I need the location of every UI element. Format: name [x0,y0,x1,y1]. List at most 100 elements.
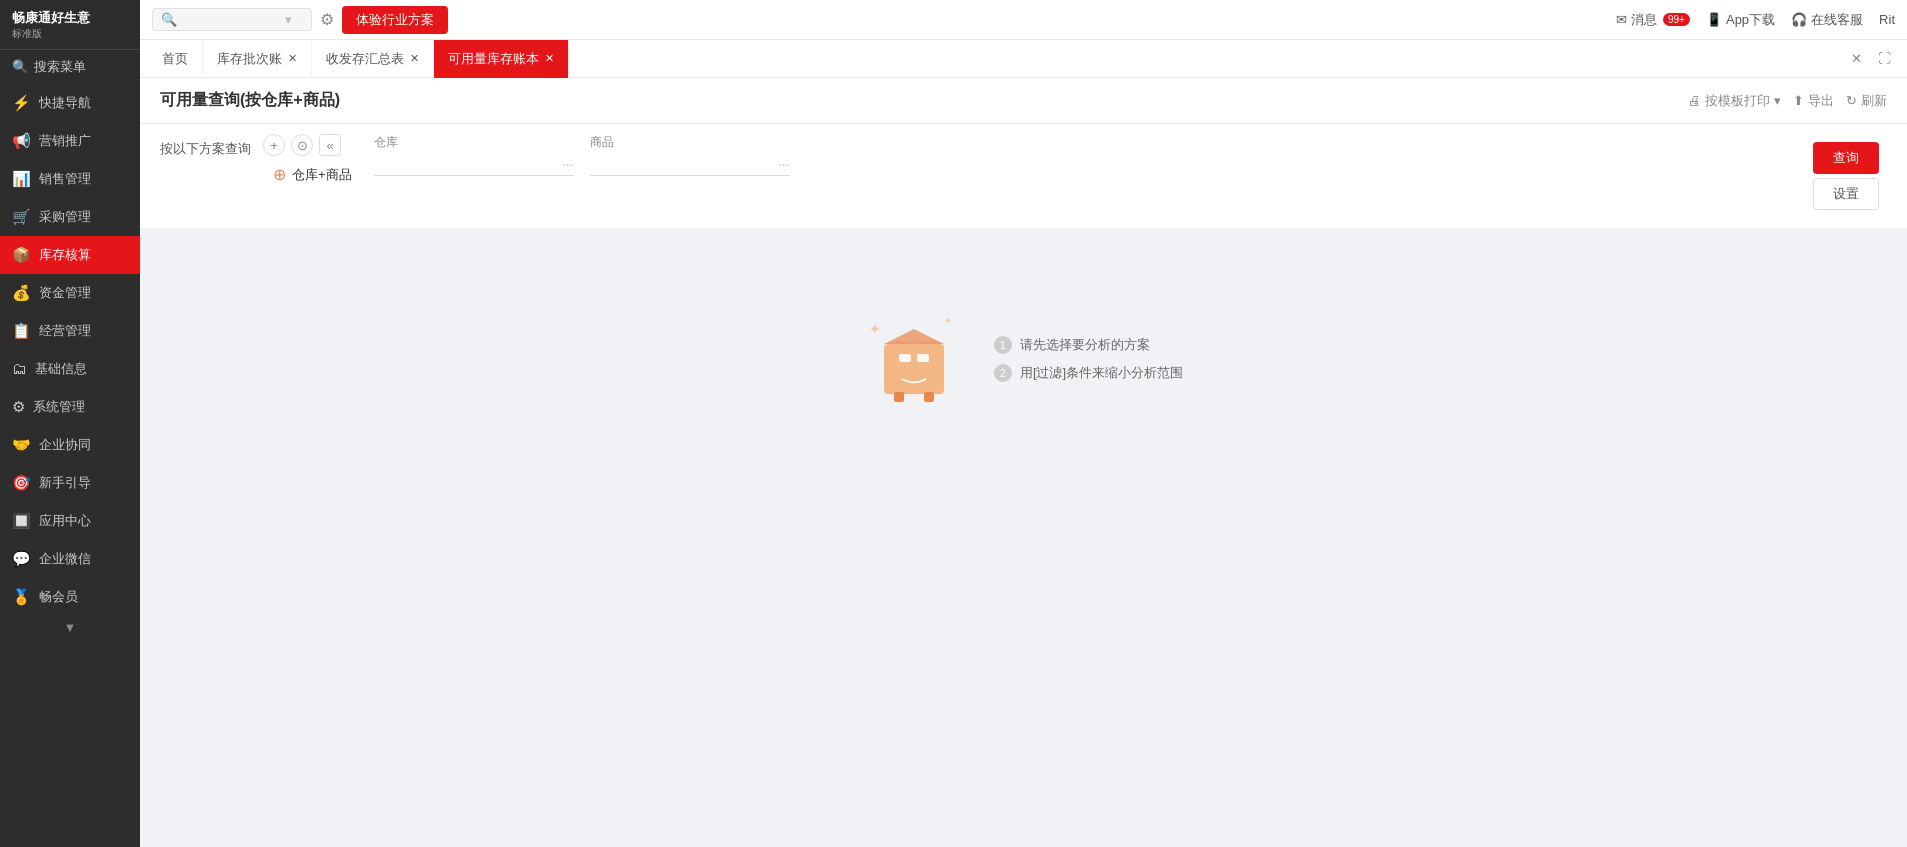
sidebar-item-quick-nav[interactable]: ⚡ 快捷导航 [0,84,140,122]
query-button[interactable]: 查询 [1813,142,1879,174]
sidebar-item-purchase[interactable]: 🛒 采购管理 [0,198,140,236]
warehouse-input[interactable] [374,157,558,172]
svg-text:✦: ✦ [869,321,881,337]
basic-icon: 🗂 [12,360,27,377]
scheme-item-label: 仓库+商品 [292,166,352,184]
sidebar-item-wechat[interactable]: 💬 企业微信 [0,540,140,578]
refresh-icon: ↻ [1846,93,1857,108]
apps-icon: 🔲 [12,512,31,530]
message-badge: 99+ [1663,13,1690,26]
tab-available-ledger[interactable]: 可用量库存账本 ✕ [434,40,569,78]
filter-field-warehouse: 仓库 ··· [374,134,574,176]
sidebar-item-enterprise[interactable]: 🤝 企业协同 [0,426,140,464]
app-download-button[interactable]: 📱 App下载 [1706,11,1775,29]
tab-close-button[interactable]: ✕ [1843,51,1870,66]
empty-state: ✦ ✦ 1 请先选择要分析的方案 2 用[过滤]条件来缩小分析范围 [140,229,1907,489]
svg-rect-0 [884,344,944,394]
tab-label: 可用量库存账本 [448,50,539,68]
sales-icon: 📊 [12,170,31,188]
brand-name: 畅康通好生意 [12,10,128,27]
sidebar-search[interactable]: 🔍 搜索菜单 [0,50,140,84]
svg-rect-3 [894,392,904,402]
scheme-item-icon: ⊕ [273,165,286,184]
refresh-button[interactable]: ↻ 刷新 [1846,92,1887,110]
topbar-search-box[interactable]: 🔍 ▾ [152,8,312,31]
settings-button[interactable]: 设置 [1813,178,1879,210]
filter-area: 按以下方案查询 + ⊙ « ⊕ 仓库+商品 仓库 ··· [140,124,1907,229]
tab-close-icon[interactable]: ✕ [288,52,297,65]
sidebar-item-label: 采购管理 [39,208,91,226]
svg-rect-4 [924,392,934,402]
message-label: 消息 [1631,11,1657,29]
warehouse-more-icon[interactable]: ··· [562,156,574,172]
empty-tip-1: 1 请先选择要分析的方案 [994,336,1183,354]
topbar-right: ✉ 消息 99+ 📱 App下载 🎧 在线客服 Rit [1616,11,1895,29]
user-profile[interactable]: Rit [1879,12,1895,27]
sidebar-item-member[interactable]: 🏅 畅会员 [0,578,140,616]
sidebar-item-inventory[interactable]: 📦 库存核算 [0,236,140,274]
page-title: 可用量查询(按仓库+商品) [160,90,340,111]
print-label: 按模板打印 [1705,92,1770,110]
filter-label: 按以下方案查询 [160,134,251,158]
scheme-add-button[interactable]: + [263,134,285,156]
sidebar: 畅康通好生意 标准版 🔍 搜索菜单 ⚡ 快捷导航 📢 营销推广 📊 销售管理 🛒… [0,0,140,847]
sidebar-scroll-down[interactable]: ▼ [0,616,140,639]
sidebar-item-apps[interactable]: 🔲 应用中心 [0,502,140,540]
online-service-button[interactable]: 🎧 在线客服 [1791,11,1863,29]
sidebar-item-label: 企业微信 [39,550,91,568]
guide-icon: 🎯 [12,474,31,492]
tab-collection-summary[interactable]: 收发存汇总表 ✕ [312,40,434,78]
topbar-settings-icon[interactable]: ⚙ [320,10,334,29]
sidebar-item-operation[interactable]: 📋 经营管理 [0,312,140,350]
empty-tips: 1 请先选择要分析的方案 2 用[过滤]条件来缩小分析范围 [994,336,1183,382]
page-header: 可用量查询(按仓库+商品) 🖨 按模板打印 ▾ ⬆ 导出 ↻ 刷新 [140,78,1907,124]
goods-more-icon[interactable]: ··· [778,156,790,172]
tip-num-1: 1 [994,336,1012,354]
print-button[interactable]: 🖨 按模板打印 ▾ [1688,92,1781,110]
sidebar-item-system[interactable]: ⚙ 系统管理 [0,388,140,426]
topbar-search-input[interactable] [181,13,281,27]
sidebar-item-basic[interactable]: 🗂 基础信息 [0,350,140,388]
sidebar-item-finance[interactable]: 💰 资金管理 [0,274,140,312]
svg-rect-1 [899,354,911,362]
page-header-actions: 🖨 按模板打印 ▾ ⬆ 导出 ↻ 刷新 [1688,92,1887,110]
sidebar-item-label: 经营管理 [39,322,91,340]
tab-label: 库存批次账 [217,50,282,68]
message-button[interactable]: ✉ 消息 99+ [1616,11,1690,29]
sidebar-item-sales[interactable]: 📊 销售管理 [0,160,140,198]
member-icon: 🏅 [12,588,31,606]
refresh-label: 刷新 [1861,92,1887,110]
sidebar-item-marketing[interactable]: 📢 营销推广 [0,122,140,160]
system-icon: ⚙ [12,398,25,416]
topbar-dropdown-icon[interactable]: ▾ [285,12,292,27]
wechat-icon: 💬 [12,550,31,568]
scheme-settings-button[interactable]: ⊙ [291,134,313,156]
scheme-collapse-button[interactable]: « [319,134,341,156]
scheme-item-warehouse-goods[interactable]: ⊕ 仓库+商品 [263,160,362,189]
svg-rect-2 [917,354,929,362]
filter-scheme: + ⊙ « ⊕ 仓库+商品 [263,134,362,189]
export-button[interactable]: ⬆ 导出 [1793,92,1834,110]
message-icon: ✉ [1616,12,1627,27]
sidebar-item-label: 资金管理 [39,284,91,302]
tab-batch-ledger[interactable]: 库存批次账 ✕ [203,40,312,78]
sidebar-item-label: 畅会员 [39,588,78,606]
export-icon: ⬆ [1793,93,1804,108]
purchase-icon: 🛒 [12,208,31,226]
goods-input[interactable] [590,157,774,172]
tab-close-icon[interactable]: ✕ [545,52,554,65]
warehouse-label: 仓库 [374,134,574,151]
enterprise-icon: 🤝 [12,436,31,454]
trial-button[interactable]: 体验行业方案 [342,6,448,34]
tab-label: 收发存汇总表 [326,50,404,68]
dropdown-icon[interactable]: ▾ [1774,93,1781,108]
print-icon: 🖨 [1688,93,1701,108]
empty-state-content: ✦ ✦ 1 请先选择要分析的方案 2 用[过滤]条件来缩小分析范围 [864,309,1183,409]
tab-close-icon[interactable]: ✕ [410,52,419,65]
tab-home[interactable]: 首页 [148,40,203,78]
empty-tip-2: 2 用[过滤]条件来缩小分析范围 [994,364,1183,382]
search-icon: 🔍 [12,59,28,74]
sidebar-item-guide[interactable]: 🎯 新手引导 [0,464,140,502]
sidebar-item-label: 系统管理 [33,398,85,416]
tab-expand-button[interactable]: ⛶ [1870,51,1899,66]
